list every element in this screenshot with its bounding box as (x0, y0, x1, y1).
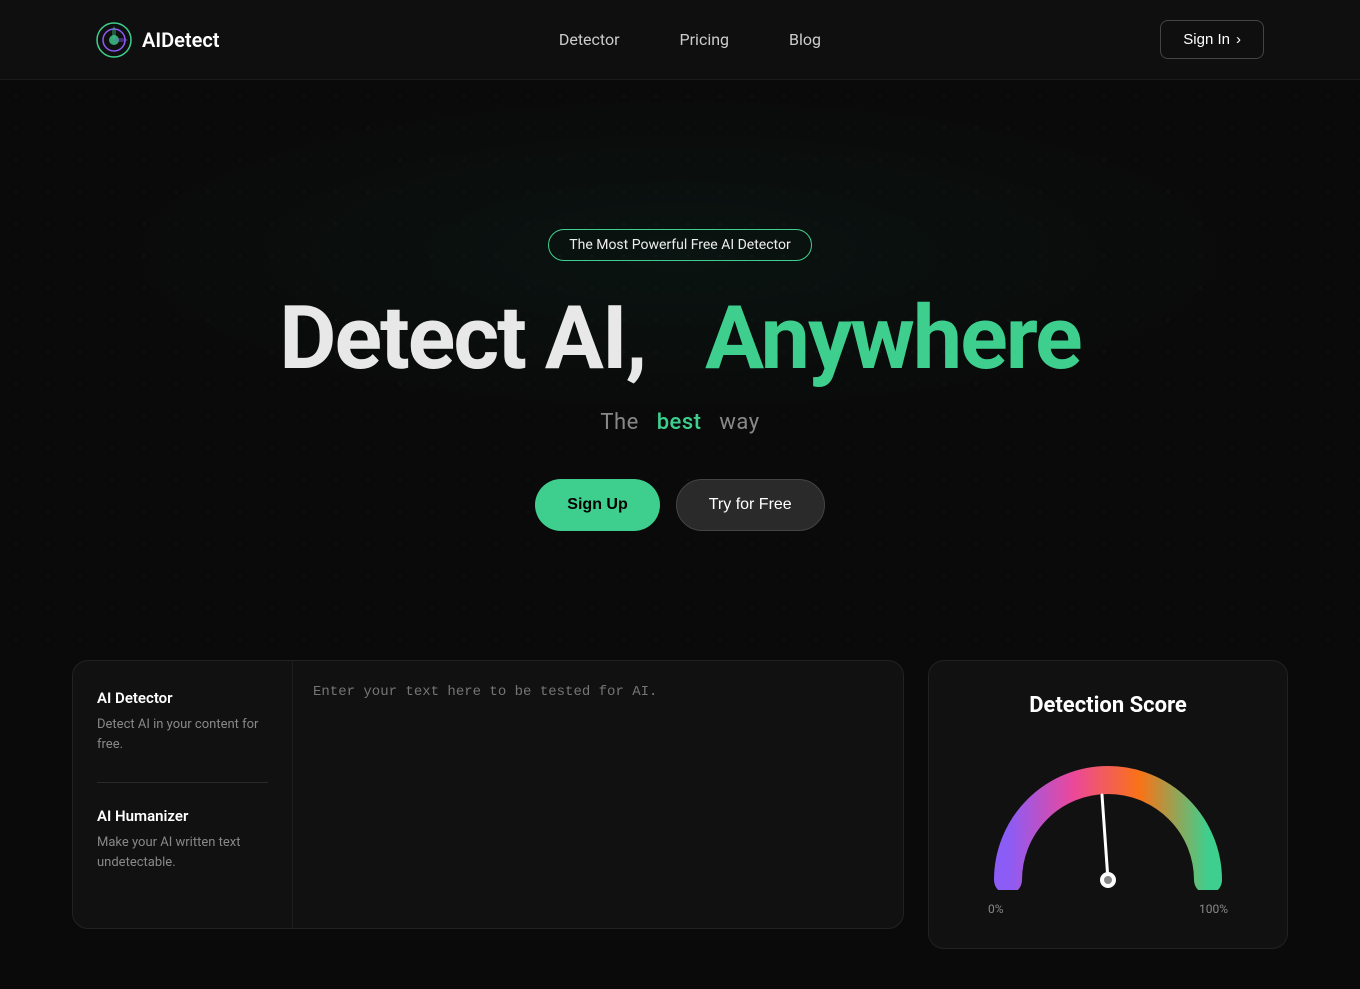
nav-link-blog[interactable]: Blog (789, 30, 821, 49)
score-card: Detection Score (928, 660, 1288, 949)
ai-detector-desc: Detect AI in your content for free. (97, 715, 268, 754)
sign-in-label: Sign In (1183, 31, 1230, 48)
sidebar-divider (97, 782, 268, 783)
textarea-area[interactable] (293, 661, 903, 928)
hero-subtitle: The best way (600, 410, 759, 435)
detector-sidebar: AI Detector Detect AI in your content fo… (73, 661, 293, 928)
hero-title: Detect AI, Anywhere (279, 293, 1080, 385)
subtitle-best: best (657, 410, 702, 435)
nav-link-pricing[interactable]: Pricing (680, 30, 730, 49)
try-free-button[interactable]: Try for Free (676, 479, 825, 531)
ai-detector-title: AI Detector (97, 689, 268, 707)
logo[interactable]: AIDetect (96, 22, 220, 58)
chevron-right-icon: › (1236, 31, 1241, 48)
sidebar-item-ai-humanizer[interactable]: AI Humanizer Make your AI written text u… (97, 807, 268, 872)
navbar: AIDetect Detector Pricing Blog Sign In › (0, 0, 1360, 80)
score-title: Detection Score (1029, 693, 1187, 718)
badge-text: The Most Powerful Free AI Detector (569, 237, 790, 253)
nav-links: Detector Pricing Blog (559, 30, 821, 49)
text-input[interactable] (313, 681, 883, 861)
logo-icon (96, 22, 132, 58)
sign-in-button[interactable]: Sign In › (1160, 20, 1264, 59)
ai-humanizer-title: AI Humanizer (97, 807, 268, 825)
gauge-chart (988, 750, 1228, 890)
hero-badge: The Most Powerful Free AI Detector (548, 229, 811, 261)
hero-title-green: Anywhere (705, 287, 1081, 390)
hero-title-white: Detect AI, (279, 287, 645, 390)
ai-humanizer-desc: Make your AI written text undetectable. (97, 833, 268, 872)
bottom-section: AI Detector Detect AI in your content fo… (0, 660, 1360, 989)
hero-buttons: Sign Up Try for Free (535, 479, 824, 531)
gauge-labels: 0% 100% (988, 902, 1228, 916)
hero-section: The Most Powerful Free AI Detector Detec… (0, 80, 1360, 660)
signup-button[interactable]: Sign Up (535, 479, 659, 531)
gauge-label-start: 0% (988, 902, 1004, 916)
sidebar-item-ai-detector[interactable]: AI Detector Detect AI in your content fo… (97, 689, 268, 754)
subtitle-way: way (719, 410, 759, 435)
logo-text: AIDetect (142, 28, 220, 52)
detector-card: AI Detector Detect AI in your content fo… (72, 660, 904, 929)
nav-link-detector[interactable]: Detector (559, 30, 620, 49)
gauge-label-end: 100% (1199, 902, 1228, 916)
subtitle-the: The (600, 410, 638, 435)
